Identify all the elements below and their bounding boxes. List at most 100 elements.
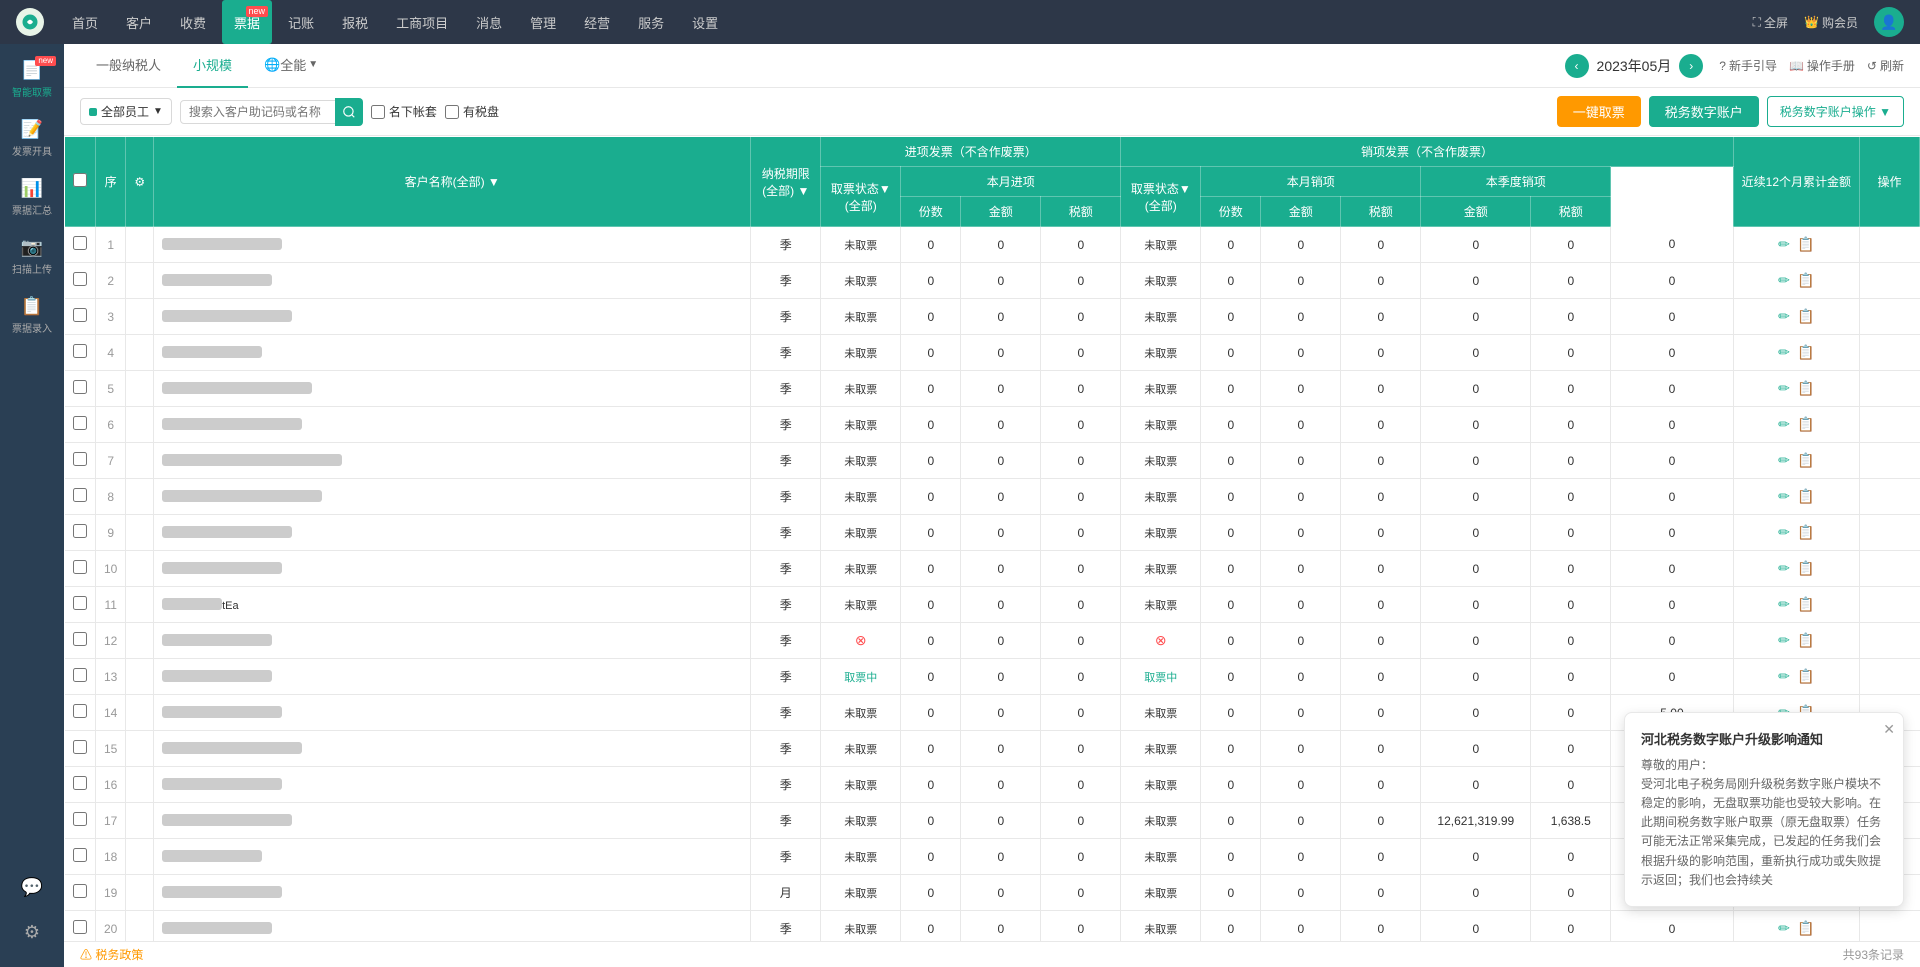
row-checkbox[interactable] <box>73 776 87 790</box>
refresh-btn[interactable]: ↺ 刷新 <box>1867 57 1904 74</box>
row-checkbox[interactable] <box>73 704 87 718</box>
select-all-checkbox[interactable] <box>73 173 87 187</box>
nav-tax[interactable]: 报税 <box>330 0 380 44</box>
tab-general-taxpayer[interactable]: 一般纳税人 <box>80 44 177 88</box>
nav-manage[interactable]: 管理 <box>518 0 568 44</box>
row-checkbox[interactable] <box>73 596 87 610</box>
copy-btn[interactable]: 📋 <box>1795 486 1816 507</box>
tab-all[interactable]: 🌐 全能 ▼ <box>248 44 334 88</box>
edit-btn[interactable]: ✏ <box>1776 414 1792 435</box>
checkbox-name-account-input[interactable] <box>371 105 385 119</box>
nav-business[interactable]: 工商项目 <box>384 0 460 44</box>
edit-btn[interactable]: ✏ <box>1776 342 1792 363</box>
row-checkbox[interactable] <box>73 380 87 394</box>
th-in-status[interactable]: 取票状态▼(全部) <box>821 167 901 227</box>
edit-btn[interactable]: ✏ <box>1776 522 1792 543</box>
period-prev-btn[interactable]: ‹ <box>1565 54 1589 78</box>
copy-btn[interactable]: 📋 <box>1795 918 1816 939</box>
th-settings[interactable]: ⚙ <box>126 137 154 227</box>
row-checkbox[interactable] <box>73 560 87 574</box>
employee-filter-select[interactable]: 全部员工 ▼ <box>80 98 172 125</box>
one-click-fetch-btn[interactable]: 一键取票 <box>1557 96 1641 127</box>
edit-btn[interactable]: ✏ <box>1776 666 1792 687</box>
edit-btn[interactable]: ✏ <box>1776 594 1792 615</box>
row-checkbox[interactable] <box>73 488 87 502</box>
new-guide-btn[interactable]: ? 新手引导 <box>1719 57 1777 74</box>
edit-btn[interactable]: ✏ <box>1776 918 1792 939</box>
row-checkbox[interactable] <box>73 740 87 754</box>
fullscreen-btn[interactable]: ⛶ 全屏 <box>1753 14 1788 31</box>
copy-btn[interactable]: 📋 <box>1795 630 1816 651</box>
th-period-type[interactable]: 纳税期限(全部) ▼ <box>751 137 821 227</box>
row-checkbox[interactable] <box>73 668 87 682</box>
row-checkbox[interactable] <box>73 884 87 898</box>
edit-btn[interactable]: ✏ <box>1776 270 1792 291</box>
sidebar-item-scan[interactable]: 📷 扫描上传 <box>0 229 64 284</box>
row-checkbox[interactable] <box>73 236 87 250</box>
digital-account-btn[interactable]: 税务数字账户 <box>1649 96 1759 127</box>
nav-accounting[interactable]: 记账 <box>276 0 326 44</box>
copy-btn[interactable]: 📋 <box>1795 450 1816 471</box>
row-checkbox[interactable] <box>73 344 87 358</box>
sidebar-item-message[interactable]: 💬 <box>17 869 47 906</box>
row-checkbox[interactable] <box>73 812 87 826</box>
copy-btn[interactable]: 📋 <box>1795 414 1816 435</box>
edit-btn[interactable]: ✏ <box>1776 558 1792 579</box>
row-checkbox[interactable] <box>73 632 87 646</box>
td-deduct-amount: 0 <box>1421 371 1531 407</box>
copy-btn[interactable]: 📋 <box>1795 342 1816 363</box>
nav-settings[interactable]: 设置 <box>680 0 730 44</box>
copy-btn[interactable]: 📋 <box>1795 558 1816 579</box>
member-btn[interactable]: 👑 购会员 <box>1804 14 1858 31</box>
checkbox-tax-disk-input[interactable] <box>445 105 459 119</box>
edit-btn[interactable]: ✏ <box>1776 450 1792 471</box>
period-next-btn[interactable]: › <box>1679 54 1703 78</box>
nav-message[interactable]: 消息 <box>464 0 514 44</box>
th-out-status[interactable]: 取票状态▼(全部) <box>1121 167 1201 227</box>
row-checkbox[interactable] <box>73 920 87 934</box>
th-name[interactable]: 客户名称(全部) ▼ <box>154 137 751 227</box>
copy-btn[interactable]: 📋 <box>1795 522 1816 543</box>
nav-ticket[interactable]: 票据 new <box>222 0 272 44</box>
edit-btn[interactable]: ✏ <box>1776 486 1792 507</box>
tab-small-scale[interactable]: 小规模 <box>177 44 248 88</box>
sidebar-item-entry[interactable]: 📋 票据录入 <box>0 288 64 343</box>
nav-home[interactable]: 首页 <box>60 0 110 44</box>
nav-operation[interactable]: 经营 <box>572 0 622 44</box>
copy-btn[interactable]: 📋 <box>1795 234 1816 255</box>
edit-btn[interactable]: ✏ <box>1776 234 1792 255</box>
checkbox-name-account[interactable]: 名下帐套 <box>371 103 437 120</box>
row-checkbox[interactable] <box>73 524 87 538</box>
status-unget-text: 未取票 <box>844 852 877 864</box>
row-checkbox[interactable] <box>73 848 87 862</box>
nav-fee[interactable]: 收费 <box>168 0 218 44</box>
copy-btn[interactable]: 📋 <box>1795 378 1816 399</box>
checkbox-tax-disk[interactable]: 有税盘 <box>445 103 499 120</box>
nav-service[interactable]: 服务 <box>626 0 676 44</box>
copy-btn[interactable]: 📋 <box>1795 270 1816 291</box>
search-button[interactable] <box>335 98 363 126</box>
search-input[interactable] <box>180 100 340 124</box>
row-checkbox[interactable] <box>73 308 87 322</box>
row-checkbox[interactable] <box>73 416 87 430</box>
app-logo[interactable] <box>16 8 44 36</box>
edit-btn[interactable]: ✏ <box>1776 306 1792 327</box>
row-checkbox[interactable] <box>73 272 87 286</box>
sidebar-item-settings[interactable]: ⚙ <box>17 914 47 951</box>
nav-client[interactable]: 客户 <box>114 0 164 44</box>
notification-close-btn[interactable]: ✕ <box>1883 721 1895 738</box>
copy-btn[interactable]: 📋 <box>1795 666 1816 687</box>
edit-btn[interactable]: ✏ <box>1776 378 1792 399</box>
edit-btn[interactable]: ✏ <box>1776 630 1792 651</box>
manual-btn[interactable]: 📖 操作手册 <box>1789 57 1855 74</box>
sidebar-item-smart-fetch[interactable]: new 📄 智能取票 <box>0 52 64 107</box>
sidebar-item-invoice-open[interactable]: 📝 发票开具 <box>0 111 64 166</box>
tax-policy-link[interactable]: ⚠ 税务政策 <box>80 946 143 963</box>
copy-btn[interactable]: 📋 <box>1795 306 1816 327</box>
sidebar-item-summary[interactable]: 📊 票据汇总 <box>0 170 64 225</box>
td-in-amount: 0 <box>961 443 1041 479</box>
row-checkbox[interactable] <box>73 452 87 466</box>
copy-btn[interactable]: 📋 <box>1795 594 1816 615</box>
user-avatar[interactable]: 👤 <box>1874 7 1904 37</box>
digital-account-ops-btn[interactable]: 税务数字账户操作 ▼ <box>1767 96 1904 127</box>
